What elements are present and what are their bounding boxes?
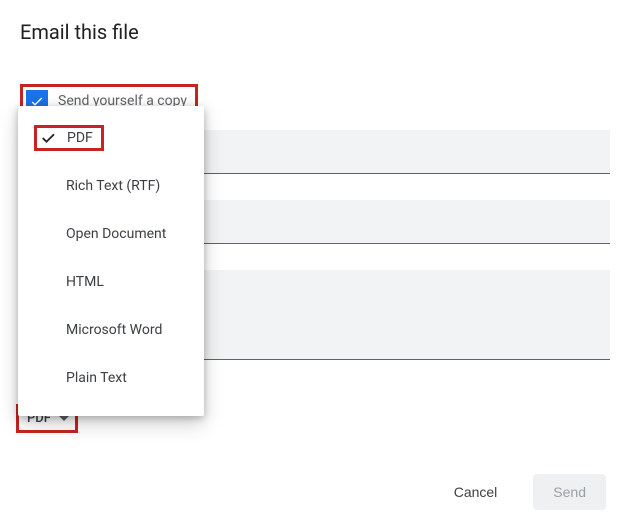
caret-down-icon: [59, 416, 69, 421]
format-option-label: Microsoft Word: [66, 322, 162, 338]
send-button[interactable]: Send: [533, 474, 606, 510]
format-dropdown-menu: PDF Rich Text (RTF) Open Document HTML M…: [18, 106, 204, 416]
format-option-rtf[interactable]: Rich Text (RTF): [18, 162, 204, 210]
format-option-label: Plain Text: [66, 370, 127, 386]
format-option-pdf[interactable]: PDF: [18, 114, 204, 162]
dialog-footer: Cancel Send: [434, 474, 606, 510]
dialog-title: Email this file: [20, 20, 610, 44]
check-icon: [39, 129, 57, 147]
format-option-docx[interactable]: Microsoft Word: [18, 306, 204, 354]
format-option-label: Open Document: [66, 226, 166, 242]
format-option-label: HTML: [66, 274, 104, 290]
format-option-txt[interactable]: Plain Text: [18, 354, 204, 402]
cancel-button[interactable]: Cancel: [434, 474, 518, 510]
format-option-odt[interactable]: Open Document: [18, 210, 204, 258]
format-option-label: PDF: [67, 131, 93, 145]
format-option-html[interactable]: HTML: [18, 258, 204, 306]
format-option-label: Rich Text (RTF): [66, 178, 160, 194]
